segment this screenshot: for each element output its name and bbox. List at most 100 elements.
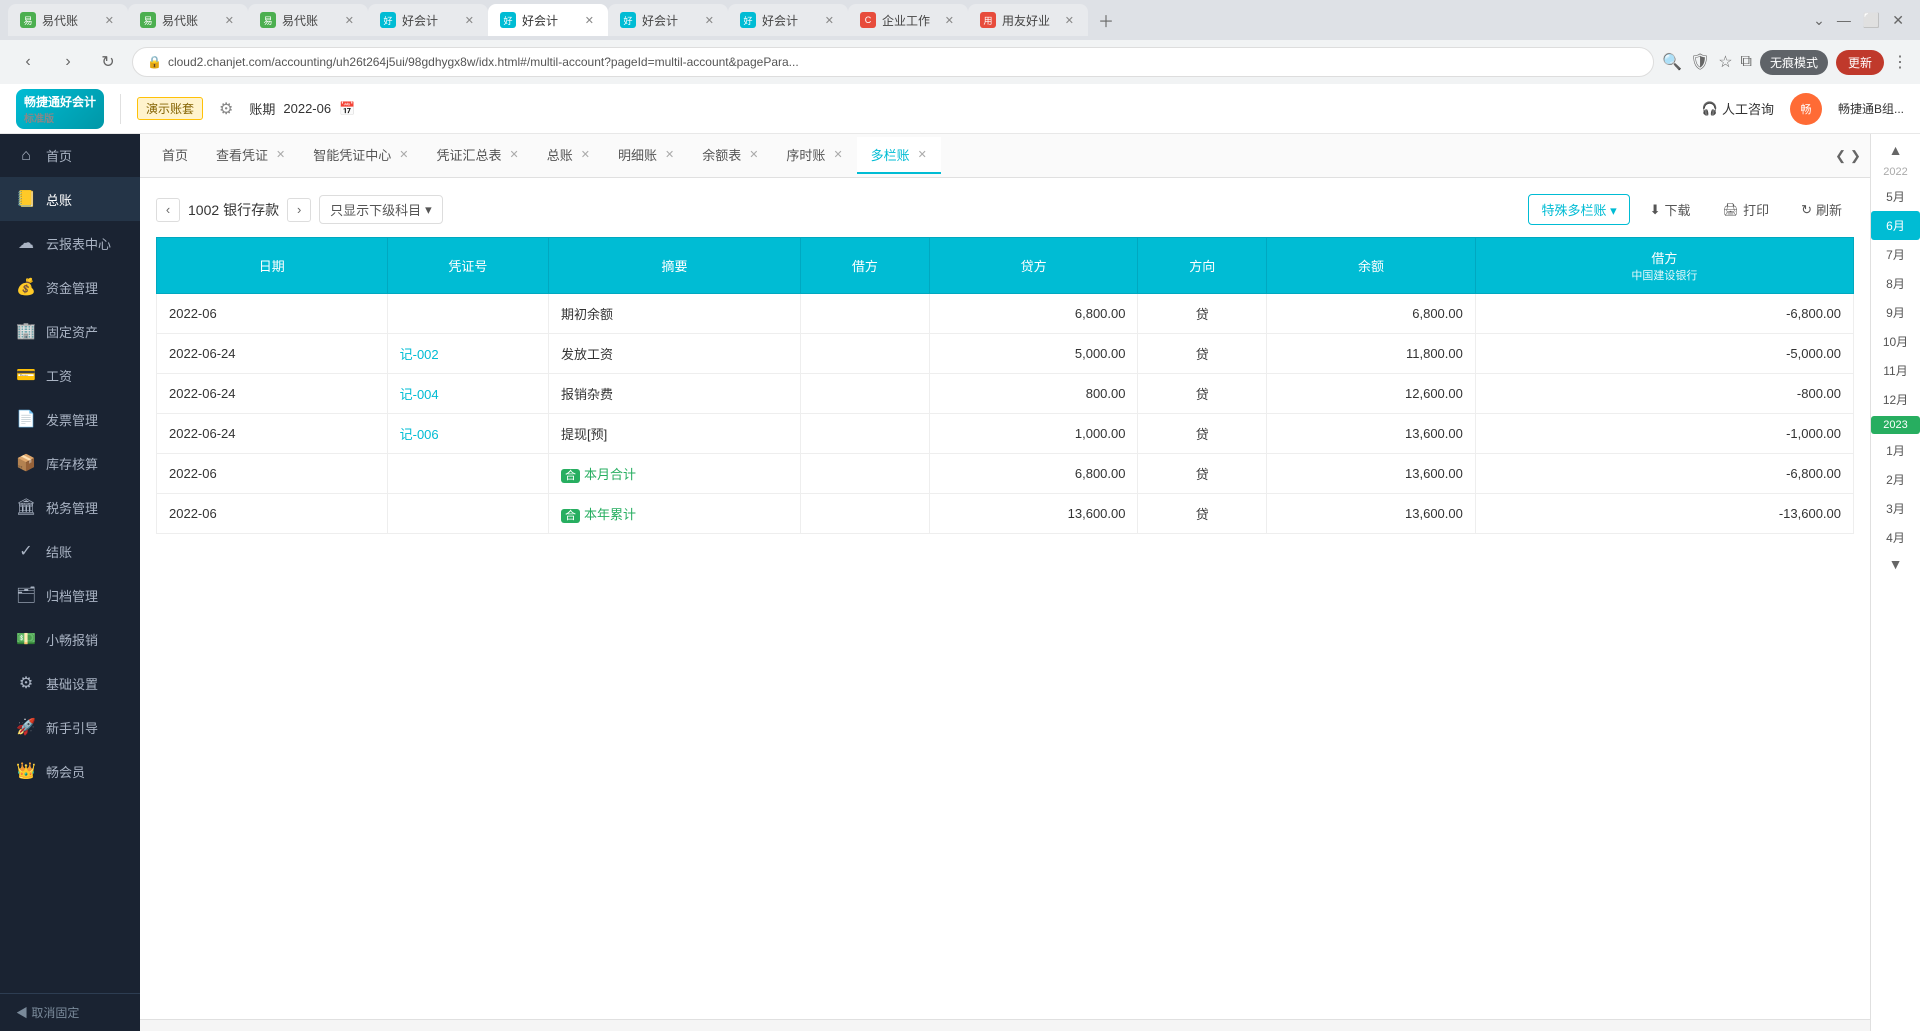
tab-view-voucher[interactable]: 查看凭证 ✕ bbox=[202, 137, 299, 174]
address-bar[interactable]: 🔒 cloud2.chanjet.com/accounting/uh26t264… bbox=[132, 47, 1654, 77]
browser-tab-8[interactable]: C 企业工作 ✕ bbox=[848, 4, 968, 36]
calendar-month-2023-3[interactable]: 3月 bbox=[1871, 494, 1920, 523]
cell-extra-1: -5,000.00 bbox=[1475, 334, 1853, 374]
multi-col-button[interactable]: 特殊多栏账 ▾ bbox=[1528, 194, 1629, 225]
browser-tab-7[interactable]: 好 好会计 ✕ bbox=[728, 4, 848, 36]
browser-tab-1[interactable]: 易 易代账 ✕ bbox=[8, 4, 128, 36]
download-label: 下载 bbox=[1665, 200, 1691, 219]
update-button[interactable]: 更新 bbox=[1836, 50, 1884, 75]
reload-button[interactable]: ↻ bbox=[92, 46, 124, 78]
refresh-button[interactable]: ↻ 刷新 bbox=[1789, 195, 1854, 224]
tabs-collapse-button[interactable]: ❮ ❯ bbox=[1834, 142, 1862, 170]
sidebar-item-guide[interactable]: 🚀 新手引导 bbox=[0, 705, 140, 749]
minimize-button[interactable]: — bbox=[1837, 12, 1851, 28]
calendar-month-9[interactable]: 9月 bbox=[1871, 298, 1920, 327]
tab-close-5[interactable]: ✕ bbox=[583, 12, 596, 29]
sidebar-item-funds[interactable]: 💰 资金管理 bbox=[0, 265, 140, 309]
sidebar-item-expense[interactable]: 💵 小畅报销 bbox=[0, 617, 140, 661]
calendar-month-6[interactable]: 6月 bbox=[1871, 211, 1920, 240]
tab-multi-column[interactable]: 多栏账 ✕ bbox=[857, 137, 941, 174]
restore-button[interactable]: ⬜ bbox=[1863, 12, 1880, 29]
account-next-button[interactable]: › bbox=[287, 198, 311, 222]
tab-journal-close[interactable]: ✕ bbox=[833, 148, 842, 161]
tab-view-voucher-close[interactable]: ✕ bbox=[276, 148, 285, 161]
close-window-button[interactable]: ✕ bbox=[1892, 12, 1904, 29]
sidebar-toggle-icon[interactable]: ⧉ bbox=[1741, 53, 1752, 71]
tab-general-ledger[interactable]: 总账 ✕ bbox=[533, 137, 604, 174]
calendar-month-7[interactable]: 7月 bbox=[1871, 240, 1920, 269]
tab-list-button[interactable]: ⌄ bbox=[1813, 12, 1825, 29]
search-icon[interactable]: 🔍 bbox=[1662, 52, 1682, 72]
tab-smart-voucher-close[interactable]: ✕ bbox=[399, 148, 408, 161]
shield-icon[interactable]: 🛡 bbox=[1690, 52, 1710, 72]
sidebar-item-payroll[interactable]: 💳 工资 bbox=[0, 353, 140, 397]
tab-close-2[interactable]: ✕ bbox=[223, 12, 236, 29]
tab-journal[interactable]: 序时账 ✕ bbox=[772, 137, 856, 174]
sidebar-item-close[interactable]: ✓ 结账 bbox=[0, 529, 140, 573]
sidebar-item-reports[interactable]: ☁ 云报表中心 bbox=[0, 221, 140, 265]
account-prev-button[interactable]: ‹ bbox=[156, 198, 180, 222]
cell-voucher-1[interactable]: 记-002 bbox=[387, 334, 548, 374]
sidebar-item-assets[interactable]: 🏢 固定资产 bbox=[0, 309, 140, 353]
star-icon[interactable]: ☆ bbox=[1718, 52, 1732, 72]
tab-smart-voucher[interactable]: 智能凭证中心 ✕ bbox=[299, 137, 422, 174]
browser-tab-9[interactable]: 用 用友好业 ✕ bbox=[968, 4, 1088, 36]
tab-close-4[interactable]: ✕ bbox=[463, 12, 476, 29]
browser-tab-4[interactable]: 好 好会计 ✕ bbox=[368, 4, 488, 36]
sidebar-item-home[interactable]: ⌂ 首页 bbox=[0, 134, 140, 177]
browser-tab-2[interactable]: 易 易代账 ✕ bbox=[128, 4, 248, 36]
calendar-month-8[interactable]: 8月 bbox=[1871, 269, 1920, 298]
sidebar-item-inventory[interactable]: 📦 库存核算 bbox=[0, 441, 140, 485]
cell-voucher-3[interactable]: 记-006 bbox=[387, 414, 548, 454]
calendar-month-2023-4[interactable]: 4月 bbox=[1871, 523, 1920, 552]
tab-multi-column-close[interactable]: ✕ bbox=[918, 148, 927, 161]
invoice-icon: 📄 bbox=[16, 409, 36, 429]
sidebar-item-ledger[interactable]: 📒 总账 bbox=[0, 177, 140, 221]
filter-dropdown[interactable]: 只显示下级科目 ▾ bbox=[319, 195, 443, 224]
tab-balance-close[interactable]: ✕ bbox=[749, 148, 758, 161]
browser-tab-3[interactable]: 易 易代账 ✕ bbox=[248, 4, 368, 36]
incognito-button[interactable]: 无痕模式 bbox=[1760, 50, 1828, 75]
sidebar-item-tax[interactable]: 🏛 税务管理 bbox=[0, 485, 140, 529]
browser-tab-5[interactable]: 好 好会计 ✕ bbox=[488, 4, 608, 36]
print-button[interactable]: 🖨 打印 bbox=[1711, 195, 1782, 224]
tab-close-7[interactable]: ✕ bbox=[823, 12, 836, 29]
tab-close-9[interactable]: ✕ bbox=[1063, 12, 1076, 29]
browser-tab-6[interactable]: 好 好会计 ✕ bbox=[608, 4, 728, 36]
tab-detail-ledger-close[interactable]: ✕ bbox=[665, 148, 674, 161]
calendar-month-2023-1[interactable]: 1月 bbox=[1871, 436, 1920, 465]
sidebar-item-archive[interactable]: 🗂 归档管理 bbox=[0, 573, 140, 617]
period-calendar-icon[interactable]: 📅 bbox=[339, 101, 355, 117]
tab-general-ledger-close[interactable]: ✕ bbox=[581, 148, 590, 161]
tab-close-1[interactable]: ✕ bbox=[103, 12, 116, 29]
calendar-month-5[interactable]: 5月 bbox=[1871, 182, 1920, 211]
tab-detail-ledger[interactable]: 明细账 ✕ bbox=[604, 137, 688, 174]
horizontal-scrollbar[interactable] bbox=[140, 1019, 1870, 1031]
sidebar-item-invoice[interactable]: 📄 发票管理 bbox=[0, 397, 140, 441]
service-button[interactable]: 🎧 人工咨询 bbox=[1702, 99, 1774, 118]
settings-icon[interactable]: ⚙ bbox=[219, 99, 233, 119]
menu-icon[interactable]: ⋮ bbox=[1892, 52, 1908, 72]
tab-voucher-summary-close[interactable]: ✕ bbox=[510, 148, 519, 161]
cell-voucher-2[interactable]: 记-004 bbox=[387, 374, 548, 414]
download-button[interactable]: ⬇ 下载 bbox=[1638, 195, 1703, 224]
sidebar-item-member[interactable]: 👑 畅会员 bbox=[0, 749, 140, 793]
forward-button[interactable]: › bbox=[52, 46, 84, 78]
calendar-month-12[interactable]: 12月 bbox=[1871, 385, 1920, 414]
tab-voucher-summary[interactable]: 凭证汇总表 ✕ bbox=[422, 137, 532, 174]
tab-home[interactable]: 首页 bbox=[148, 137, 202, 174]
sidebar-pin-button[interactable]: ◀ 取消固定 bbox=[0, 993, 140, 1031]
sidebar-item-settings[interactable]: ⚙ 基础设置 bbox=[0, 661, 140, 705]
user-avatar[interactable]: 畅 bbox=[1790, 93, 1822, 125]
calendar-down-arrow[interactable]: ▼ bbox=[1885, 552, 1907, 576]
tab-close-3[interactable]: ✕ bbox=[343, 12, 356, 29]
calendar-month-2023-2[interactable]: 2月 bbox=[1871, 465, 1920, 494]
new-tab-button[interactable]: ＋ bbox=[1092, 6, 1120, 34]
calendar-month-10[interactable]: 10月 bbox=[1871, 327, 1920, 356]
calendar-month-11[interactable]: 11月 bbox=[1871, 356, 1920, 385]
back-button[interactable]: ‹ bbox=[12, 46, 44, 78]
tab-balance[interactable]: 余额表 ✕ bbox=[688, 137, 772, 174]
tab-close-6[interactable]: ✕ bbox=[703, 12, 716, 29]
calendar-up-arrow[interactable]: ▲ bbox=[1885, 138, 1907, 162]
tab-close-8[interactable]: ✕ bbox=[943, 12, 956, 29]
